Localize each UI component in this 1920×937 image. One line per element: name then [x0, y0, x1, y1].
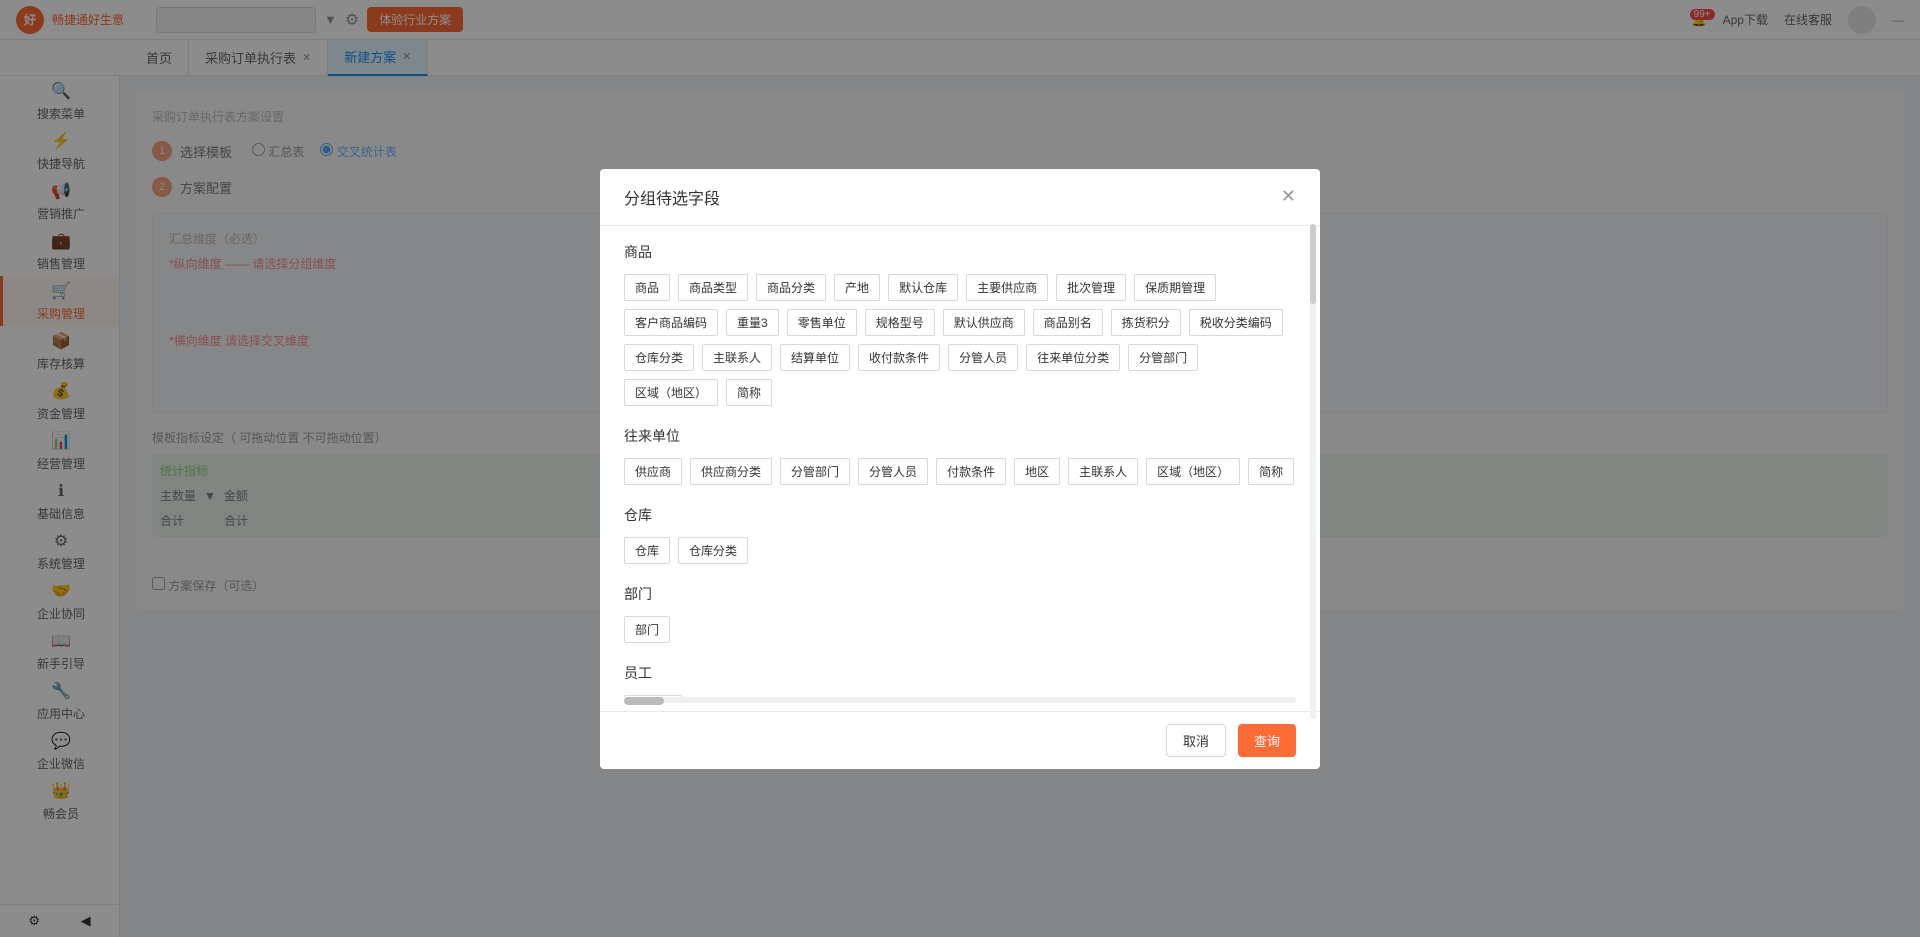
field-origin[interactable]: 产地 — [834, 274, 880, 301]
modal-vertical-scrollbar[interactable] — [1310, 224, 1316, 719]
field-payment-condition[interactable]: 付款条件 — [936, 458, 1006, 485]
warehouse-fields: 仓库 仓库分类 — [624, 537, 1296, 564]
section-employee-title: 员工 — [624, 663, 1296, 683]
field-charge-person[interactable]: 分管人员 — [948, 344, 1018, 371]
modal-title: 分组待选字段 — [624, 185, 720, 209]
field-warehouse-cat[interactable]: 仓库分类 — [678, 537, 748, 564]
field-main-supplier[interactable]: 主要供应商 — [966, 274, 1048, 301]
field-main-contact-partner[interactable]: 主联系人 — [1068, 458, 1138, 485]
field-batch-mgmt[interactable]: 批次管理 — [1056, 274, 1126, 301]
field-default-supplier[interactable]: 默认供应商 — [943, 309, 1025, 336]
field-payment-terms[interactable]: 收付款条件 — [858, 344, 940, 371]
field-pick-points[interactable]: 拣货积分 — [1111, 309, 1181, 336]
modal-body: 商品 商品 商品类型 商品分类 产地 默认仓库 主要供应商 批次管理 保质期管理… — [600, 226, 1320, 697]
field-product-category[interactable]: 商品分类 — [756, 274, 826, 301]
field-main-contact[interactable]: 主联系人 — [702, 344, 772, 371]
section-employee: 员工 业务员 — [624, 663, 1296, 697]
section-warehouse-title: 仓库 — [624, 505, 1296, 525]
modal-vscroll-thumb — [1310, 224, 1316, 304]
section-product-title: 商品 — [624, 242, 1296, 262]
section-product: 商品 商品 商品类型 商品分类 产地 默认仓库 主要供应商 批次管理 保质期管理… — [624, 242, 1296, 406]
field-partner-category[interactable]: 往来单位分类 — [1026, 344, 1120, 371]
field-partner-person[interactable]: 分管人员 — [858, 458, 928, 485]
partner-fields: 供应商 供应商分类 分管部门 分管人员 付款条件 地区 主联系人 区域（地区） … — [624, 458, 1296, 485]
field-short-name-product[interactable]: 简称 — [726, 379, 772, 406]
confirm-button[interactable]: 查询 — [1238, 724, 1296, 757]
modal-header: 分组待选字段 ✕ — [600, 169, 1320, 226]
field-product-type[interactable]: 商品类型 — [678, 274, 748, 301]
field-retail-unit[interactable]: 零售单位 — [787, 309, 857, 336]
field-product-alias[interactable]: 商品别名 — [1033, 309, 1103, 336]
field-default-warehouse[interactable]: 默认仓库 — [888, 274, 958, 301]
department-fields: 部门 — [624, 616, 1296, 643]
modal-horizontal-scrollbar[interactable] — [624, 697, 1296, 703]
modal-close-btn[interactable]: ✕ — [1281, 186, 1296, 207]
product-fields: 商品 商品类型 商品分类 产地 默认仓库 主要供应商 批次管理 保质期管理 客户… — [624, 274, 1296, 406]
field-dept-manage[interactable]: 分管部门 — [1128, 344, 1198, 371]
section-partner: 往来单位 供应商 供应商分类 分管部门 分管人员 付款条件 地区 主联系人 区域… — [624, 426, 1296, 485]
field-area[interactable]: 地区 — [1014, 458, 1060, 485]
modal-footer: 取消 查询 — [600, 711, 1320, 769]
field-product[interactable]: 商品 — [624, 274, 670, 301]
section-department: 部门 部门 — [624, 584, 1296, 643]
field-short-name-partner[interactable]: 简称 — [1248, 458, 1294, 485]
cancel-button[interactable]: 取消 — [1166, 724, 1226, 757]
section-warehouse: 仓库 仓库 仓库分类 — [624, 505, 1296, 564]
section-department-title: 部门 — [624, 584, 1296, 604]
field-partner-dept[interactable]: 分管部门 — [780, 458, 850, 485]
field-region-partner[interactable]: 区域（地区） — [1146, 458, 1240, 485]
field-weight3[interactable]: 重量3 — [726, 309, 779, 336]
field-department[interactable]: 部门 — [624, 616, 670, 643]
field-settlement-unit[interactable]: 结算单位 — [780, 344, 850, 371]
modal-hscroll-thumb — [624, 697, 664, 705]
field-warehouse-category[interactable]: 仓库分类 — [624, 344, 694, 371]
field-tax-code[interactable]: 税收分类编码 — [1189, 309, 1283, 336]
field-warehouse[interactable]: 仓库 — [624, 537, 670, 564]
modal-overlay: 分组待选字段 ✕ 商品 商品 商品类型 商品分类 产地 默认仓库 主要供应商 批… — [0, 0, 1920, 937]
section-partner-title: 往来单位 — [624, 426, 1296, 446]
field-supplier-category[interactable]: 供应商分类 — [690, 458, 772, 485]
field-region-product[interactable]: 区域（地区） — [624, 379, 718, 406]
field-spec-model[interactable]: 规格型号 — [865, 309, 935, 336]
field-supplier[interactable]: 供应商 — [624, 458, 682, 485]
field-select-modal: 分组待选字段 ✕ 商品 商品 商品类型 商品分类 产地 默认仓库 主要供应商 批… — [600, 169, 1320, 769]
field-customer-code[interactable]: 客户商品编码 — [624, 309, 718, 336]
field-expiry-mgmt[interactable]: 保质期管理 — [1134, 274, 1216, 301]
